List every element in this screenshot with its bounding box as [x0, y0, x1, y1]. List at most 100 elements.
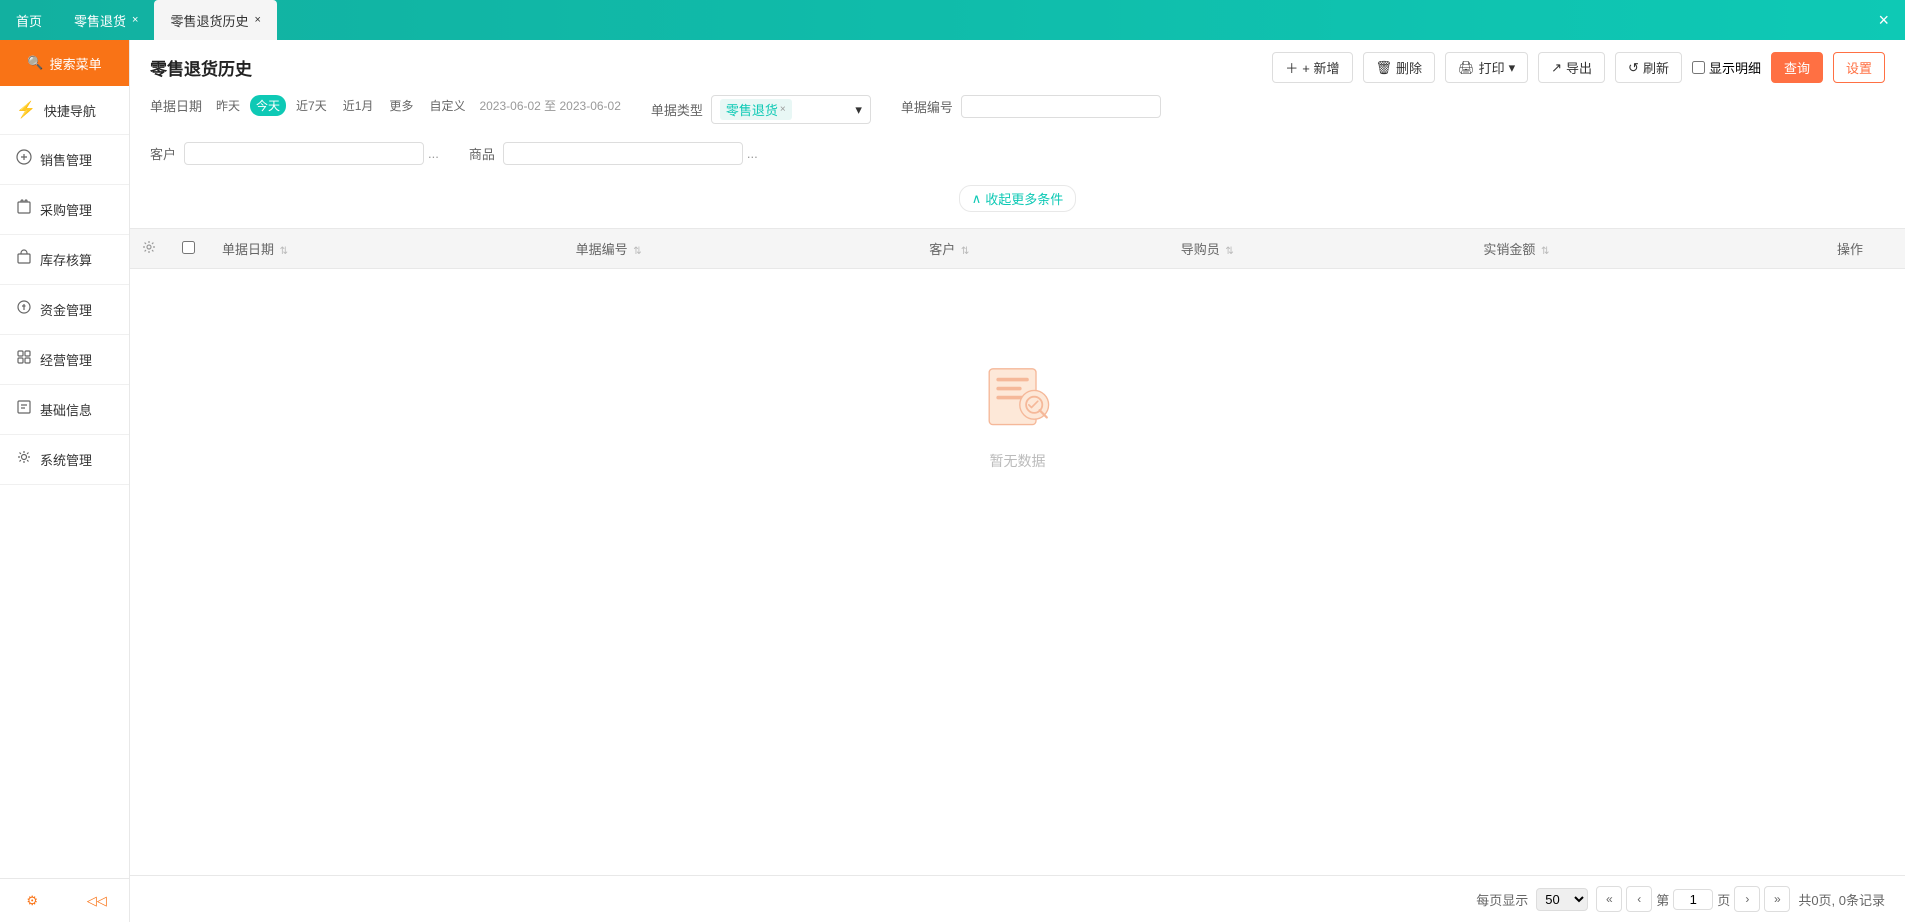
sidebar-item-operations[interactable]: 经营管理 [0, 335, 129, 385]
delete-button[interactable]: 🗑 删除 [1363, 52, 1436, 83]
print-button[interactable]: 🖨 打印 [1445, 52, 1528, 83]
collapse-row: ∧ 收起更多条件 [150, 183, 1885, 228]
th-checkbox[interactable] [170, 229, 210, 269]
sidebar-sound-button[interactable]: ◁◁ [65, 879, 130, 922]
page-header: 零售退货历史 ＋ + 新增 🗑 删除 🖨 打印 [130, 40, 1905, 229]
customer-input[interactable] [184, 142, 424, 165]
tab-retail-return-history[interactable]: 零售退货历史 × [154, 0, 276, 40]
date-yesterday-btn[interactable]: 昨天 [210, 95, 246, 116]
goods-filter-label: 商品 [469, 144, 495, 163]
goods-picker-icon[interactable]: ... [747, 146, 758, 161]
sidebar-settings-button[interactable]: ⚙ [0, 879, 65, 922]
filter-doc-no-group: 单据编号 [901, 95, 1161, 118]
type-filter-label: 单据类型 [651, 100, 703, 119]
sidebar-item-quick-nav[interactable]: ⚡ 快捷导航 [0, 86, 129, 135]
customer-picker-icon[interactable]: ... [428, 146, 439, 161]
th-settings[interactable] [130, 229, 170, 269]
sidebar-item-operations-label: 经营管理 [40, 350, 92, 369]
page-total: 共0页, 0条记录 [1798, 890, 1885, 909]
select-all-checkbox[interactable] [182, 241, 195, 254]
tab-retail-return-history-label: 零售退货历史 [170, 11, 248, 30]
date-more-btn[interactable]: 更多 [383, 95, 419, 116]
tab-retail-return-close[interactable]: × [132, 14, 138, 26]
sidebar-item-base-info[interactable]: 基础信息 [0, 385, 129, 435]
doc-no-input[interactable] [961, 95, 1161, 118]
inventory-icon [16, 249, 32, 270]
refresh-icon: ↺ [1628, 60, 1639, 76]
th-doc-no-label: 单据编号 [576, 242, 628, 257]
sidebar-item-finance-label: 资金管理 [40, 300, 92, 319]
delete-icon: 🗑 [1376, 60, 1393, 76]
page-prev-btn[interactable]: ‹ [1626, 886, 1652, 912]
empty-icon [973, 349, 1063, 439]
th-guide[interactable]: 导购员 ⇅ [1169, 229, 1472, 269]
query-button[interactable]: 查询 [1771, 52, 1823, 83]
sales-mgmt-icon [16, 149, 32, 170]
tab-home[interactable]: 首页 [0, 0, 58, 40]
sidebar-search[interactable]: 🔍 搜索菜单 [0, 40, 129, 86]
sidebar-item-system[interactable]: 系统管理 [0, 435, 129, 485]
show-detail-checkbox-label[interactable]: 显示明细 [1692, 58, 1761, 77]
plus-icon: ＋ [1285, 58, 1298, 77]
date-filter-label: 单据日期 [150, 96, 202, 115]
data-table: 单据日期 ⇅ 单据编号 ⇅ 客户 ⇅ 导购员 ⇅ [130, 229, 1905, 551]
delete-button-label: 删除 [1396, 58, 1422, 77]
collapse-up-icon: ∧ [972, 191, 982, 207]
tab-retail-return-history-close[interactable]: × [254, 14, 260, 26]
collapse-button-label: 收起更多条件 [985, 189, 1063, 208]
new-button[interactable]: ＋ + 新增 [1272, 52, 1352, 83]
page-number-input[interactable] [1673, 889, 1713, 910]
search-icon: 🔍 [27, 55, 43, 71]
query-button-label: 查询 [1784, 58, 1810, 77]
purchase-mgmt-icon [16, 199, 32, 220]
settings-button[interactable]: 设置 [1833, 52, 1885, 83]
th-actual-amount-label: 实销金额 [1483, 242, 1535, 257]
tab-retail-return[interactable]: 零售退货 × [58, 0, 154, 40]
date-last7-btn[interactable]: 近7天 [290, 95, 333, 116]
goods-input[interactable] [503, 142, 743, 165]
type-tag: 零售退货 × [720, 99, 792, 120]
date-today-btn[interactable]: 今天 [250, 95, 286, 116]
type-select[interactable]: 零售退货 × [711, 95, 871, 124]
settings-col-icon [142, 242, 156, 257]
top-bar: 首页 零售退货 × 零售退货历史 × × [0, 0, 1905, 40]
date-last-month-btn[interactable]: 近1月 [337, 95, 380, 116]
page-next-btn[interactable]: › [1734, 886, 1760, 912]
date-custom-btn[interactable]: 自定义 [423, 95, 471, 116]
th-customer-label: 客户 [929, 242, 955, 257]
sidebar-item-sales-mgmt[interactable]: 销售管理 [0, 135, 129, 185]
sidebar-item-system-label: 系统管理 [40, 450, 92, 469]
actual-amount-sort-icon: ⇅ [1541, 246, 1549, 257]
toolbar: ＋ + 新增 🗑 删除 🖨 打印 ↗ 导出 [1272, 52, 1885, 83]
th-doc-date[interactable]: 单据日期 ⇅ [210, 229, 564, 269]
th-actions-label: 操作 [1837, 242, 1863, 257]
type-tag-close[interactable]: × [780, 104, 786, 115]
export-button[interactable]: ↗ 导出 [1538, 52, 1605, 83]
th-doc-no[interactable]: 单据编号 ⇅ [564, 229, 918, 269]
sidebar-item-purchase-mgmt-label: 采购管理 [40, 200, 92, 219]
table-container: 单据日期 ⇅ 单据编号 ⇅ 客户 ⇅ 导购员 ⇅ [130, 229, 1905, 875]
sidebar-item-quick-nav-label: 快捷导航 [44, 101, 96, 120]
sidebar: 🔍 搜索菜单 ⚡ 快捷导航 销售管理 采购管理 [0, 40, 130, 922]
th-actual-amount[interactable]: 实销金额 ⇅ [1471, 229, 1825, 269]
window-close-button[interactable]: × [1862, 10, 1905, 31]
quick-nav-icon: ⚡ [16, 100, 36, 120]
gear-icon: ⚙ [26, 893, 38, 909]
page-title-row: 零售退货历史 ＋ + 新增 🗑 删除 🖨 打印 [150, 52, 1885, 83]
sidebar-item-purchase-mgmt[interactable]: 采购管理 [0, 185, 129, 235]
filter-row-2: 客户 ... 商品 ... [150, 142, 1885, 183]
sidebar-item-inventory[interactable]: 库存核算 [0, 235, 129, 285]
collapse-button[interactable]: ∧ 收起更多条件 [959, 185, 1077, 212]
page-size-select[interactable]: 20 50 100 [1536, 888, 1588, 911]
empty-state-row: 暂无数据 [130, 269, 1905, 552]
print-button-label: 打印 [1479, 58, 1505, 77]
page-first-btn[interactable]: « [1596, 886, 1622, 912]
sidebar-item-finance[interactable]: 资金管理 [0, 285, 129, 335]
finance-icon [16, 299, 32, 320]
refresh-button[interactable]: ↺ 刷新 [1615, 52, 1682, 83]
page-size-label: 每页显示 [1476, 890, 1528, 909]
page-last-btn[interactable]: » [1764, 886, 1790, 912]
tab-list: 首页 零售退货 × 零售退货历史 × [0, 0, 1862, 40]
show-detail-checkbox[interactable] [1692, 61, 1705, 74]
th-customer[interactable]: 客户 ⇅ [917, 229, 1169, 269]
